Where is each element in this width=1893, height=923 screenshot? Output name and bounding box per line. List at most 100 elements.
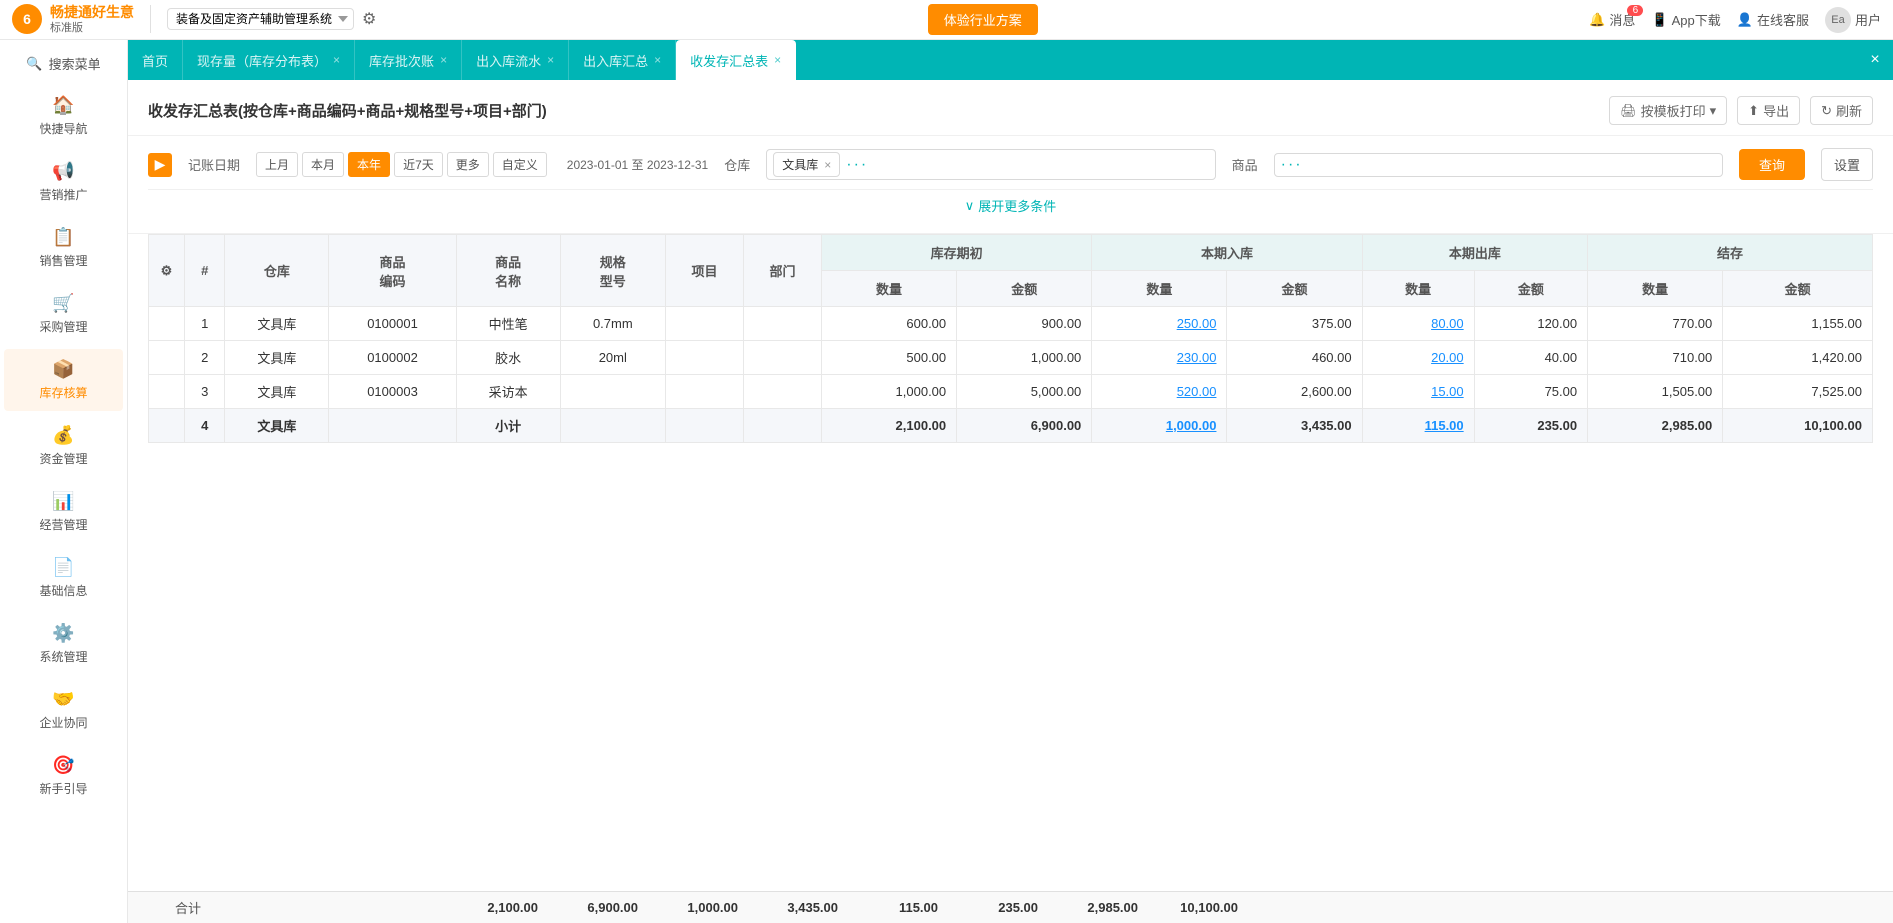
table-row: 2 文具库 0100002 胶水 20ml 500.00 1,000.00 23…	[149, 341, 1873, 375]
sidebar-item-system[interactable]: ⚙️ 系统管理	[4, 613, 123, 675]
refresh-button[interactable]: ↻ 刷新	[1810, 96, 1873, 125]
cell-name: 中性笔	[456, 307, 560, 341]
footer-in-qty: 1,000.00	[648, 900, 748, 915]
header-right: 🔔 消息 6 📱 App下载 👤 在线客服 Ea 用户	[1589, 7, 1881, 33]
expand-conditions-btn[interactable]: ∨ 展开更多条件	[965, 196, 1057, 215]
cell-project	[666, 307, 744, 341]
expand-more-row: ∨ 展开更多条件	[148, 189, 1873, 221]
goods-filter-area[interactable]: ···	[1274, 153, 1723, 177]
warehouse-tag-remove[interactable]: ×	[824, 158, 831, 172]
th-close-qty: 数量	[1588, 271, 1723, 307]
sidebar-item-marketing[interactable]: 📢 营销推广	[4, 151, 123, 213]
filter-collapse-btn[interactable]: ▶	[148, 153, 172, 177]
sidebar-item-purchase[interactable]: 🛒 采购管理	[4, 283, 123, 345]
tab-close-recv-send[interactable]: ×	[774, 53, 781, 67]
goods-more-dots[interactable]: ···	[1281, 156, 1303, 174]
trial-button[interactable]: 体验行业方案	[928, 4, 1038, 35]
footer-open-amt: 6,900.00	[548, 900, 648, 915]
app-download-item[interactable]: 📱 App下载	[1651, 10, 1720, 29]
cell-close-qty: 1,505.00	[1588, 375, 1723, 409]
footer-out-qty: 115.00	[848, 900, 948, 915]
tab-close-inventory-dist[interactable]: ×	[333, 53, 340, 67]
tab-inventory-dist[interactable]: 现存量（库存分布表） ×	[183, 40, 355, 80]
cell-open-qty: 2,100.00	[821, 409, 956, 443]
tab-inout-flow[interactable]: 出入库流水 ×	[462, 40, 569, 80]
tab-close-inout-summary[interactable]: ×	[654, 53, 661, 67]
cell-project	[666, 375, 744, 409]
sidebar-item-sales[interactable]: 📋 销售管理	[4, 217, 123, 279]
tab-home[interactable]: 首页	[128, 40, 183, 80]
tab-bar-close-all[interactable]: ×	[1857, 40, 1893, 80]
date-btn-last-month[interactable]: 上月	[256, 152, 298, 177]
warehouse-filter-area[interactable]: 文具库 × ···	[766, 149, 1215, 180]
search-icon: 🔍	[26, 56, 42, 72]
th-spec: 规格型号	[560, 235, 665, 307]
online-service-item[interactable]: 👤 在线客服	[1737, 10, 1809, 29]
cell-no: 3	[185, 375, 225, 409]
query-button[interactable]: 查询	[1739, 149, 1805, 180]
sidebar-item-inventory[interactable]: 📦 库存核算	[4, 349, 123, 411]
sidebar-item-guide[interactable]: 🎯 新手引导	[4, 745, 123, 807]
table-settings-icon[interactable]: ⚙	[161, 263, 173, 278]
cell-in-qty[interactable]: 520.00	[1092, 375, 1227, 409]
cell-open-amt: 6,900.00	[957, 409, 1092, 443]
finance-icon: 💰	[52, 425, 74, 446]
date-btn-more[interactable]: 更多	[447, 152, 489, 177]
cell-name: 胶水	[456, 341, 560, 375]
cell-in-qty[interactable]: 230.00	[1092, 341, 1227, 375]
tab-close-batch[interactable]: ×	[440, 53, 447, 67]
bell-icon: 🔔	[1589, 12, 1605, 28]
sidebar-item-basic[interactable]: 📄 基础信息	[4, 547, 123, 609]
warehouse-tag: 文具库 ×	[773, 152, 840, 177]
cell-warehouse: 文具库	[225, 375, 329, 409]
cell-name: 小计	[456, 409, 560, 443]
footer-label: 合计	[148, 898, 228, 917]
filter-settings-button[interactable]: 设置	[1821, 148, 1873, 181]
cell-in-qty[interactable]: 1,000.00	[1092, 409, 1227, 443]
tab-close-inout-flow[interactable]: ×	[547, 53, 554, 67]
th-closing: 结存	[1588, 235, 1873, 271]
avatar: Ea	[1825, 7, 1851, 33]
date-btn-this-year[interactable]: 本年	[348, 152, 390, 177]
enterprise-icon: 🤝	[52, 689, 74, 710]
tab-recv-send[interactable]: 收发存汇总表 ×	[676, 40, 796, 80]
footer-in-amt: 3,435.00	[748, 900, 848, 915]
th-out-amt: 金额	[1474, 271, 1587, 307]
date-btn-this-month[interactable]: 本月	[302, 152, 344, 177]
sidebar-item-search[interactable]: 🔍 搜索菜单	[4, 46, 123, 81]
date-btn-custom[interactable]: 自定义	[493, 152, 547, 177]
cell-in-qty[interactable]: 250.00	[1092, 307, 1227, 341]
messages-item[interactable]: 🔔 消息 6	[1589, 10, 1635, 29]
messages-badge: 6	[1627, 5, 1643, 16]
cell-in-amt: 375.00	[1227, 307, 1362, 341]
warehouse-more-dots[interactable]: ···	[846, 156, 868, 174]
sidebar-item-enterprise[interactable]: 🤝 企业协同	[4, 679, 123, 741]
th-code: 商品编码	[329, 235, 456, 307]
th-out-qty: 数量	[1362, 271, 1474, 307]
table-row: 3 文具库 0100003 采访本 1,000.00 5,000.00 520.…	[149, 375, 1873, 409]
cell-out-qty[interactable]: 115.00	[1362, 409, 1474, 443]
cell-code: 0100001	[329, 307, 456, 341]
tab-batch[interactable]: 库存批次账 ×	[355, 40, 462, 80]
settings-icon[interactable]: ⚙	[362, 9, 376, 29]
export-button[interactable]: ⬆ 导出	[1737, 96, 1800, 125]
cell-out-qty[interactable]: 80.00	[1362, 307, 1474, 341]
sidebar-item-finance[interactable]: 💰 资金管理	[4, 415, 123, 477]
cell-in-amt: 3,435.00	[1227, 409, 1362, 443]
sidebar-item-quick-nav[interactable]: 🏠 快捷导航	[4, 85, 123, 147]
th-dept: 部门	[744, 235, 822, 307]
user-item[interactable]: Ea 用户	[1825, 7, 1881, 33]
cell-out-qty[interactable]: 20.00	[1362, 341, 1474, 375]
sidebar-item-operations[interactable]: 📊 经营管理	[4, 481, 123, 543]
filter-row-1: ▶ 记账日期 上月 本月 本年 近7天 更多 自定义 2023-01-01 至 …	[148, 148, 1873, 181]
date-btn-last7[interactable]: 近7天	[394, 152, 443, 177]
system-select[interactable]: 装备及固定资产辅助管理系统	[167, 8, 354, 30]
cell-out-amt: 235.00	[1474, 409, 1587, 443]
goods-label: 商品	[1232, 155, 1258, 174]
refresh-icon: ↻	[1821, 103, 1832, 119]
print-button[interactable]: 🖨 按模板打印 ▾	[1609, 96, 1727, 125]
tab-inout-summary[interactable]: 出入库汇总 ×	[569, 40, 676, 80]
th-name: 商品名称	[456, 235, 560, 307]
cell-out-qty[interactable]: 15.00	[1362, 375, 1474, 409]
cell-close-amt: 1,155.00	[1723, 307, 1873, 341]
